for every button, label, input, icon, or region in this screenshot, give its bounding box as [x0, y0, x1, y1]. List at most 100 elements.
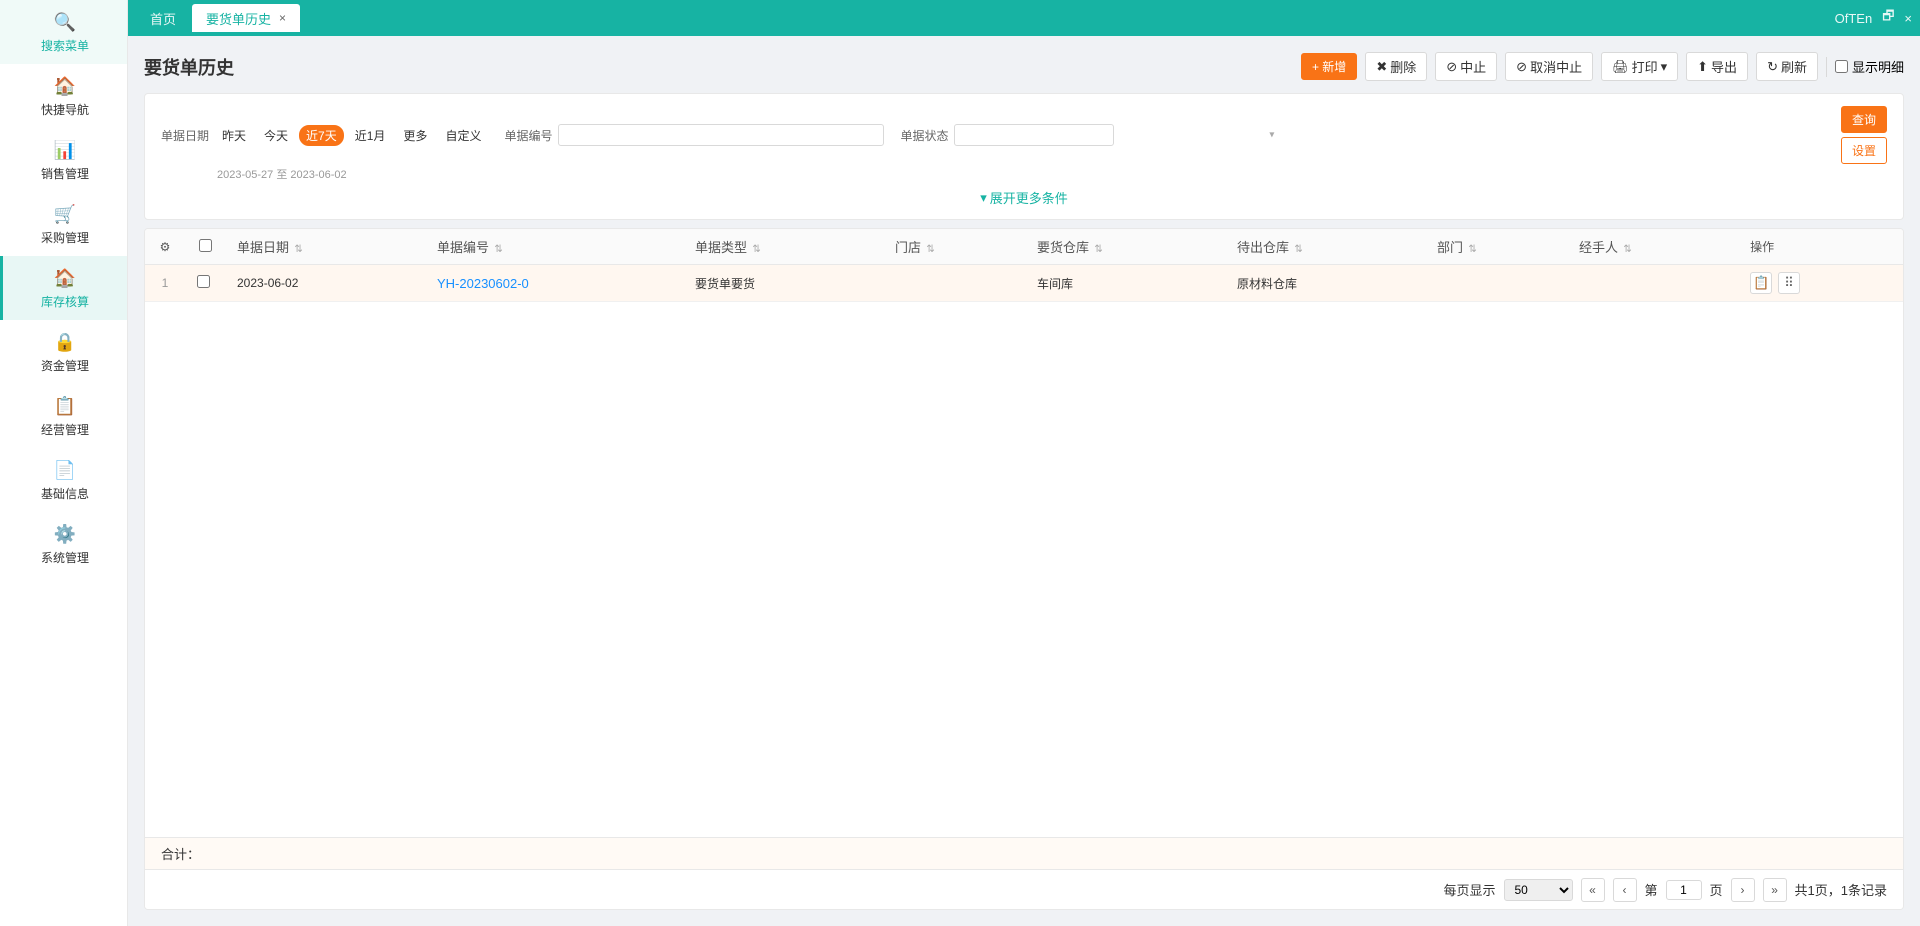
refresh-button[interactable]: ↻ 刷新	[1756, 52, 1818, 81]
table-area: ⚙ 单据日期 ⇅ 单据编号 ⇅	[144, 228, 1904, 910]
export-icon: ⬆	[1697, 59, 1708, 75]
row-checkbox[interactable]	[197, 275, 210, 288]
tabs-right: OfTEn 🗗 ×	[1835, 7, 1912, 29]
sidebar-item-search-menu[interactable]: 🔍 搜索菜单	[0, 0, 127, 64]
date-range-text: 2023-05-27 至 2023-06-02	[217, 169, 347, 181]
status-label: 单据状态	[900, 127, 948, 144]
delete-button[interactable]: ✖ 删除	[1365, 52, 1427, 81]
td-type: 要货单要货	[683, 265, 883, 302]
show-detail-toggle[interactable]: 显示明细	[1835, 57, 1904, 76]
tabs-bar: 首页 要货单历史 × OfTEn 🗗 ×	[128, 0, 1920, 36]
filter-area: 单据日期 昨天 今天 近7天 近1月 更多 自定义 单据编号	[144, 93, 1904, 220]
show-detail-checkbox[interactable]	[1835, 60, 1848, 73]
td-req-warehouse: 车间库	[1025, 265, 1225, 302]
sidebar-item-label-inventory: 库存核算	[41, 293, 89, 310]
total-label: 合计：	[161, 844, 200, 863]
sidebar-item-label-search-menu: 搜索菜单	[41, 37, 89, 54]
sidebar-item-purchase[interactable]: 🛒 采购管理	[0, 192, 127, 256]
sort-pending-warehouse-icon: ⇅	[1294, 244, 1302, 255]
cancel-stop-icon: ⊘	[1516, 59, 1527, 75]
prev-page-btn[interactable]: ‹	[1613, 878, 1637, 902]
stop-button[interactable]: ⊘ 中止	[1435, 52, 1497, 81]
table-row: 1 2023-06-02 YH-20230602-0 要货单要货 车间库	[145, 265, 1903, 302]
pagination: 每页显示 50 100 « ‹ 第 1 页 › » 共1页，1条记录	[145, 869, 1903, 909]
date-btn-custom[interactable]: 自定义	[438, 125, 488, 146]
toolbar: + 新增 ✖ 删除 ⊘ 中止 ⊘ 取消中止 🖨 打印 ▾	[1301, 52, 1904, 81]
expand-more-btn[interactable]: ▾ 展开更多条件	[980, 188, 1068, 207]
purchase-icon: 🛒	[54, 204, 76, 225]
date-filter: 单据日期 昨天 今天 近7天 近1月 更多 自定义	[161, 125, 488, 146]
td-doc-num: YH-20230602-0	[425, 265, 683, 302]
tab-close-icon[interactable]: ×	[279, 11, 286, 25]
window-restore-icon[interactable]: 🗗	[1882, 7, 1894, 29]
date-buttons: 昨天 今天 近7天 近1月 更多 自定义	[215, 125, 488, 146]
sales-icon: 📊	[54, 140, 76, 161]
window-close-icon[interactable]: ×	[1904, 11, 1912, 26]
th-req-warehouse[interactable]: 要货仓库 ⇅	[1025, 229, 1225, 265]
doc-num-label: 单据编号	[504, 127, 552, 144]
expand-chevron-icon: ▾	[980, 190, 987, 206]
first-page-btn[interactable]: «	[1581, 878, 1605, 902]
status-filter: 单据状态 ▾	[900, 124, 1280, 146]
print-icon: 🖨	[1612, 59, 1629, 75]
td-action: 📋 ⠿	[1738, 265, 1903, 302]
toolbar-divider	[1826, 57, 1827, 77]
th-handler[interactable]: 经手人 ⇅	[1567, 229, 1738, 265]
th-date[interactable]: 单据日期 ⇅	[225, 229, 425, 265]
system-icon: ⚙️	[54, 524, 76, 545]
refresh-icon: ↻	[1767, 59, 1778, 75]
th-type[interactable]: 单据类型 ⇅	[683, 229, 883, 265]
export-button[interactable]: ⬆ 导出	[1686, 52, 1748, 81]
query-button[interactable]: 查询	[1841, 106, 1887, 133]
action-more-btn[interactable]: ⠿	[1778, 272, 1800, 294]
settings-button[interactable]: 设置	[1841, 137, 1887, 164]
sidebar: 🔍 搜索菜单 🏠 快捷导航 📊 销售管理 🛒 采购管理 🏠 库存核算 🔒 资金管…	[0, 0, 128, 926]
basic-icon: 📄	[54, 460, 76, 481]
th-settings[interactable]: ⚙	[145, 229, 185, 265]
print-button[interactable]: 🖨 打印 ▾	[1601, 52, 1678, 81]
tab-home[interactable]: 首页	[136, 4, 190, 32]
doc-num-link[interactable]: YH-20230602-0	[437, 276, 529, 291]
date-btn-today[interactable]: 今天	[257, 125, 295, 146]
sidebar-item-label-operations: 经营管理	[41, 421, 89, 438]
date-btn-1month[interactable]: 近1月	[348, 125, 393, 146]
print-dropdown-icon: ▾	[1661, 59, 1668, 75]
operations-icon: 📋	[54, 396, 76, 417]
sidebar-item-basic[interactable]: 📄 基础信息	[0, 448, 127, 512]
last-page-btn[interactable]: »	[1763, 878, 1787, 902]
cancel-stop-button[interactable]: ⊘ 取消中止	[1505, 52, 1593, 81]
new-button[interactable]: + 新增	[1301, 53, 1357, 80]
filter-actions: 查询 设置	[1841, 106, 1887, 164]
select-all-checkbox[interactable]	[199, 239, 212, 252]
sidebar-item-operations[interactable]: 📋 经营管理	[0, 384, 127, 448]
more-icon: ⠿	[1784, 275, 1794, 291]
action-edit-btn[interactable]: 📋	[1750, 272, 1772, 294]
sidebar-item-sales[interactable]: 📊 销售管理	[0, 128, 127, 192]
finance-icon: 🔒	[54, 332, 76, 353]
page-title: 要货单历史	[144, 54, 234, 80]
current-page-input[interactable]: 1	[1666, 880, 1702, 900]
sidebar-item-label-system: 系统管理	[41, 549, 89, 566]
date-btn-7days[interactable]: 近7天	[299, 125, 344, 146]
date-btn-yesterday[interactable]: 昨天	[215, 125, 253, 146]
sidebar-item-quick-nav[interactable]: 🏠 快捷导航	[0, 64, 127, 128]
tab-active[interactable]: 要货单历史 ×	[192, 4, 300, 32]
next-page-btn[interactable]: ›	[1731, 878, 1755, 902]
th-store[interactable]: 门店 ⇅	[883, 229, 1025, 265]
quick-nav-icon: 🏠	[54, 76, 76, 97]
td-dept	[1425, 265, 1567, 302]
status-select[interactable]	[954, 124, 1114, 146]
th-dept[interactable]: 部门 ⇅	[1425, 229, 1567, 265]
td-checkbox	[185, 265, 225, 302]
td-date: 2023-06-02	[225, 265, 425, 302]
per-page-select[interactable]: 50 100	[1504, 879, 1573, 901]
doc-num-input[interactable]	[558, 124, 884, 146]
sort-handler-icon: ⇅	[1623, 244, 1631, 255]
doc-num-filter: 单据编号	[504, 124, 884, 146]
sidebar-item-inventory[interactable]: 🏠 库存核算	[0, 256, 127, 320]
date-btn-more[interactable]: 更多	[396, 125, 434, 146]
sidebar-item-system[interactable]: ⚙️ 系统管理	[0, 512, 127, 576]
sidebar-item-finance[interactable]: 🔒 资金管理	[0, 320, 127, 384]
th-num[interactable]: 单据编号 ⇅	[425, 229, 683, 265]
th-pending-warehouse[interactable]: 待出仓库 ⇅	[1225, 229, 1425, 265]
